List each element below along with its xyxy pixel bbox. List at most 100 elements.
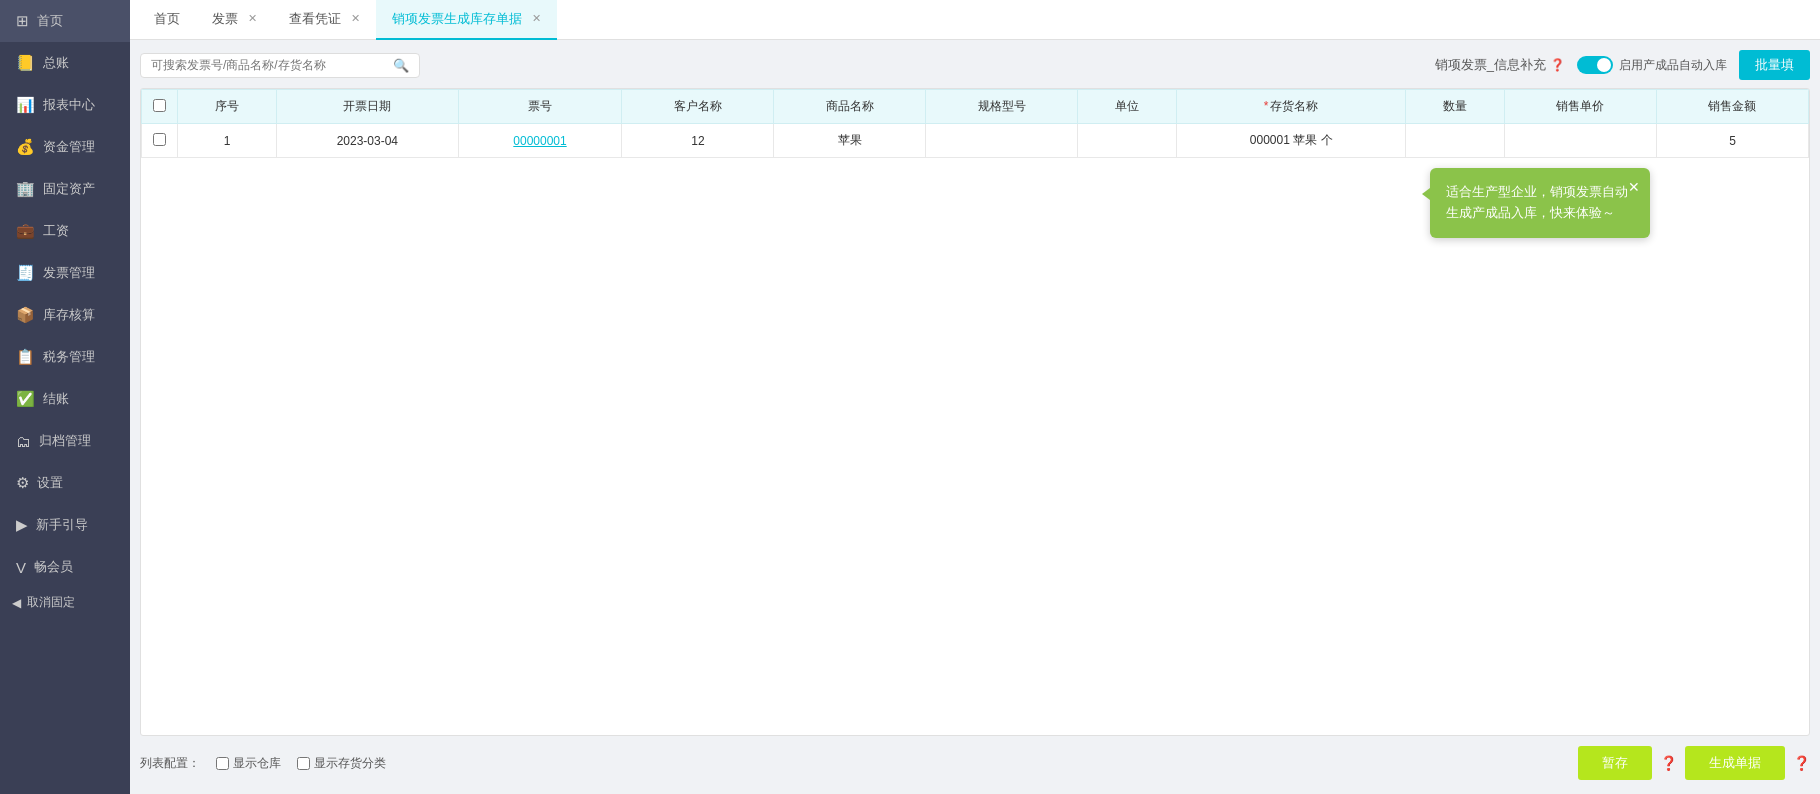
- th-customer: 客户名称: [622, 90, 774, 124]
- row-customer: 12: [622, 124, 774, 158]
- tab-home-label: 首页: [154, 10, 180, 28]
- th-amount: 销售金额: [1656, 90, 1808, 124]
- th-spec: 规格型号: [926, 90, 1078, 124]
- ticket-no-link[interactable]: 00000001: [513, 134, 566, 148]
- settlement-icon: ✅: [16, 390, 35, 408]
- bottom-bar-right: 暂存 ❓ 生成单据 ❓: [1578, 746, 1810, 780]
- tab-home[interactable]: 首页: [138, 0, 196, 40]
- fixed-assets-icon: 🏢: [16, 180, 35, 198]
- sidebar-item-settlement[interactable]: ✅ 结账: [0, 378, 130, 420]
- invoice-mgmt-icon: 🧾: [16, 264, 35, 282]
- tab-voucher-label: 查看凭证: [289, 10, 341, 28]
- toggle-label: 启用产成品自动入库: [1619, 57, 1727, 74]
- settings-icon: ⚙: [16, 474, 29, 492]
- archive-icon: 🗂: [16, 433, 31, 450]
- th-ticket-no: 票号: [458, 90, 622, 124]
- tab-bar: 首页 发票 ✕ 查看凭证 ✕ 销项发票生成库存单据 ✕: [130, 0, 1820, 40]
- sidebar: ⊞ 首页 📒 总账 📊 报表中心 💰 资金管理 🏢 固定资产 💼 工资 🧾 发票…: [0, 0, 130, 794]
- generate-button[interactable]: 生成单据: [1685, 746, 1785, 780]
- th-product: 商品名称: [774, 90, 926, 124]
- sidebar-item-label: 归档管理: [39, 432, 91, 450]
- payroll-icon: 💼: [16, 222, 35, 240]
- sidebar-item-payroll[interactable]: 💼 工资: [0, 210, 130, 252]
- info-label: 销项发票_信息补充 ❓: [1435, 56, 1565, 74]
- sidebar-item-guide[interactable]: ▶ 新手引导: [0, 504, 130, 546]
- show-category-text: 显示存货分类: [314, 755, 386, 772]
- row-count: [1405, 124, 1504, 158]
- required-star: *: [1264, 99, 1269, 113]
- sidebar-item-funds[interactable]: 💰 资金管理: [0, 126, 130, 168]
- tab-voucher[interactable]: 查看凭证 ✕: [273, 0, 376, 40]
- vip-icon: V: [16, 559, 26, 576]
- search-box[interactable]: 🔍: [140, 53, 420, 78]
- save-button[interactable]: 暂存: [1578, 746, 1652, 780]
- info-icon[interactable]: ❓: [1550, 58, 1565, 72]
- th-unit-price: 销售单价: [1504, 90, 1656, 124]
- row-seq: 1: [178, 124, 277, 158]
- th-date: 开票日期: [277, 90, 458, 124]
- tab-current-close[interactable]: ✕: [532, 12, 541, 25]
- undo-pin-bar[interactable]: ◀ 取消固定: [0, 588, 130, 617]
- sidebar-item-fixed-assets[interactable]: 🏢 固定资产: [0, 168, 130, 210]
- row-inventory: 000001 苹果 个: [1177, 124, 1405, 158]
- sidebar-item-label: 库存核算: [43, 306, 95, 324]
- tooltip-close-button[interactable]: ✕: [1628, 176, 1640, 198]
- select-all-checkbox[interactable]: [153, 99, 166, 112]
- show-warehouse-label[interactable]: 显示仓库: [216, 755, 281, 772]
- sidebar-item-label: 税务管理: [43, 348, 95, 366]
- tax-icon: 📋: [16, 348, 35, 366]
- sidebar-item-vip[interactable]: V 畅会员: [0, 546, 130, 588]
- tab-current-label: 销项发票生成库存单据: [392, 10, 522, 28]
- sidebar-item-tax[interactable]: 📋 税务管理: [0, 336, 130, 378]
- table-row: 1 2023-03-04 00000001 12 苹果 000001 苹果 个 …: [142, 124, 1809, 158]
- row-product: 苹果: [774, 124, 926, 158]
- sidebar-item-ledger[interactable]: 📒 总账: [0, 42, 130, 84]
- tab-invoice-label: 发票: [212, 10, 238, 28]
- inventory-icon: 📦: [16, 306, 35, 324]
- row-unit-price: [1504, 124, 1656, 158]
- sidebar-item-label: 报表中心: [43, 96, 95, 114]
- row-checkbox[interactable]: [153, 133, 166, 146]
- batch-fill-button[interactable]: 批量填: [1739, 50, 1810, 80]
- sidebar-item-invoice-mgmt[interactable]: 🧾 发票管理: [0, 252, 130, 294]
- show-category-checkbox[interactable]: [297, 757, 310, 770]
- save-help-icon[interactable]: ❓: [1660, 755, 1677, 771]
- toolbar-right: 销项发票_信息补充 ❓ 启用产成品自动入库 批量填: [1435, 50, 1810, 80]
- row-ticket-no[interactable]: 00000001: [458, 124, 622, 158]
- search-input[interactable]: [151, 58, 387, 72]
- th-seq: 序号: [178, 90, 277, 124]
- sidebar-item-label: 总账: [43, 54, 69, 72]
- th-unit: 单位: [1078, 90, 1177, 124]
- main-area: 首页 发票 ✕ 查看凭证 ✕ 销项发票生成库存单据 ✕ 🔍 销项发票_信息补充: [130, 0, 1820, 794]
- home-icon: ⊞: [16, 12, 29, 30]
- row-checkbox-cell: [142, 124, 178, 158]
- ledger-icon: 📒: [16, 54, 35, 72]
- tab-invoice-close[interactable]: ✕: [248, 12, 257, 25]
- show-category-label[interactable]: 显示存货分类: [297, 755, 386, 772]
- row-spec: [926, 124, 1078, 158]
- sidebar-item-archive[interactable]: 🗂 归档管理: [0, 420, 130, 462]
- auto-warehouse-toggle[interactable]: [1577, 56, 1613, 74]
- show-warehouse-checkbox[interactable]: [216, 757, 229, 770]
- bottom-bar: 列表配置： 显示仓库 显示存货分类 暂存 ❓ 生成单据 ❓: [140, 736, 1810, 784]
- content-area: 🔍 销项发票_信息补充 ❓ 启用产成品自动入库 批量填: [130, 40, 1820, 794]
- sidebar-item-reports[interactable]: 📊 报表中心: [0, 84, 130, 126]
- tab-current[interactable]: 销项发票生成库存单据 ✕: [376, 0, 557, 40]
- generate-help-icon[interactable]: ❓: [1793, 755, 1810, 771]
- funds-icon: 💰: [16, 138, 35, 156]
- tab-voucher-close[interactable]: ✕: [351, 12, 360, 25]
- guide-icon: ▶: [16, 516, 28, 534]
- search-icon: 🔍: [393, 58, 409, 73]
- undo-pin-label: 取消固定: [27, 594, 75, 611]
- row-unit: [1078, 124, 1177, 158]
- sidebar-item-label: 工资: [43, 222, 69, 240]
- sidebar-item-home[interactable]: ⊞ 首页: [0, 0, 130, 42]
- tab-invoice[interactable]: 发票 ✕: [196, 0, 273, 40]
- info-label-text: 销项发票_信息补充: [1435, 56, 1546, 74]
- undo-arrow-icon: ◀: [12, 596, 21, 610]
- sidebar-item-settings[interactable]: ⚙ 设置: [0, 462, 130, 504]
- tooltip-popup: ✕ 适合生产型企业，销项发票自动生成产成品入库，快来体验～: [1430, 168, 1650, 238]
- sidebar-item-label: 发票管理: [43, 264, 95, 282]
- sidebar-item-inventory[interactable]: 📦 库存核算: [0, 294, 130, 336]
- toolbar: 🔍 销项发票_信息补充 ❓ 启用产成品自动入库 批量填: [140, 50, 1810, 80]
